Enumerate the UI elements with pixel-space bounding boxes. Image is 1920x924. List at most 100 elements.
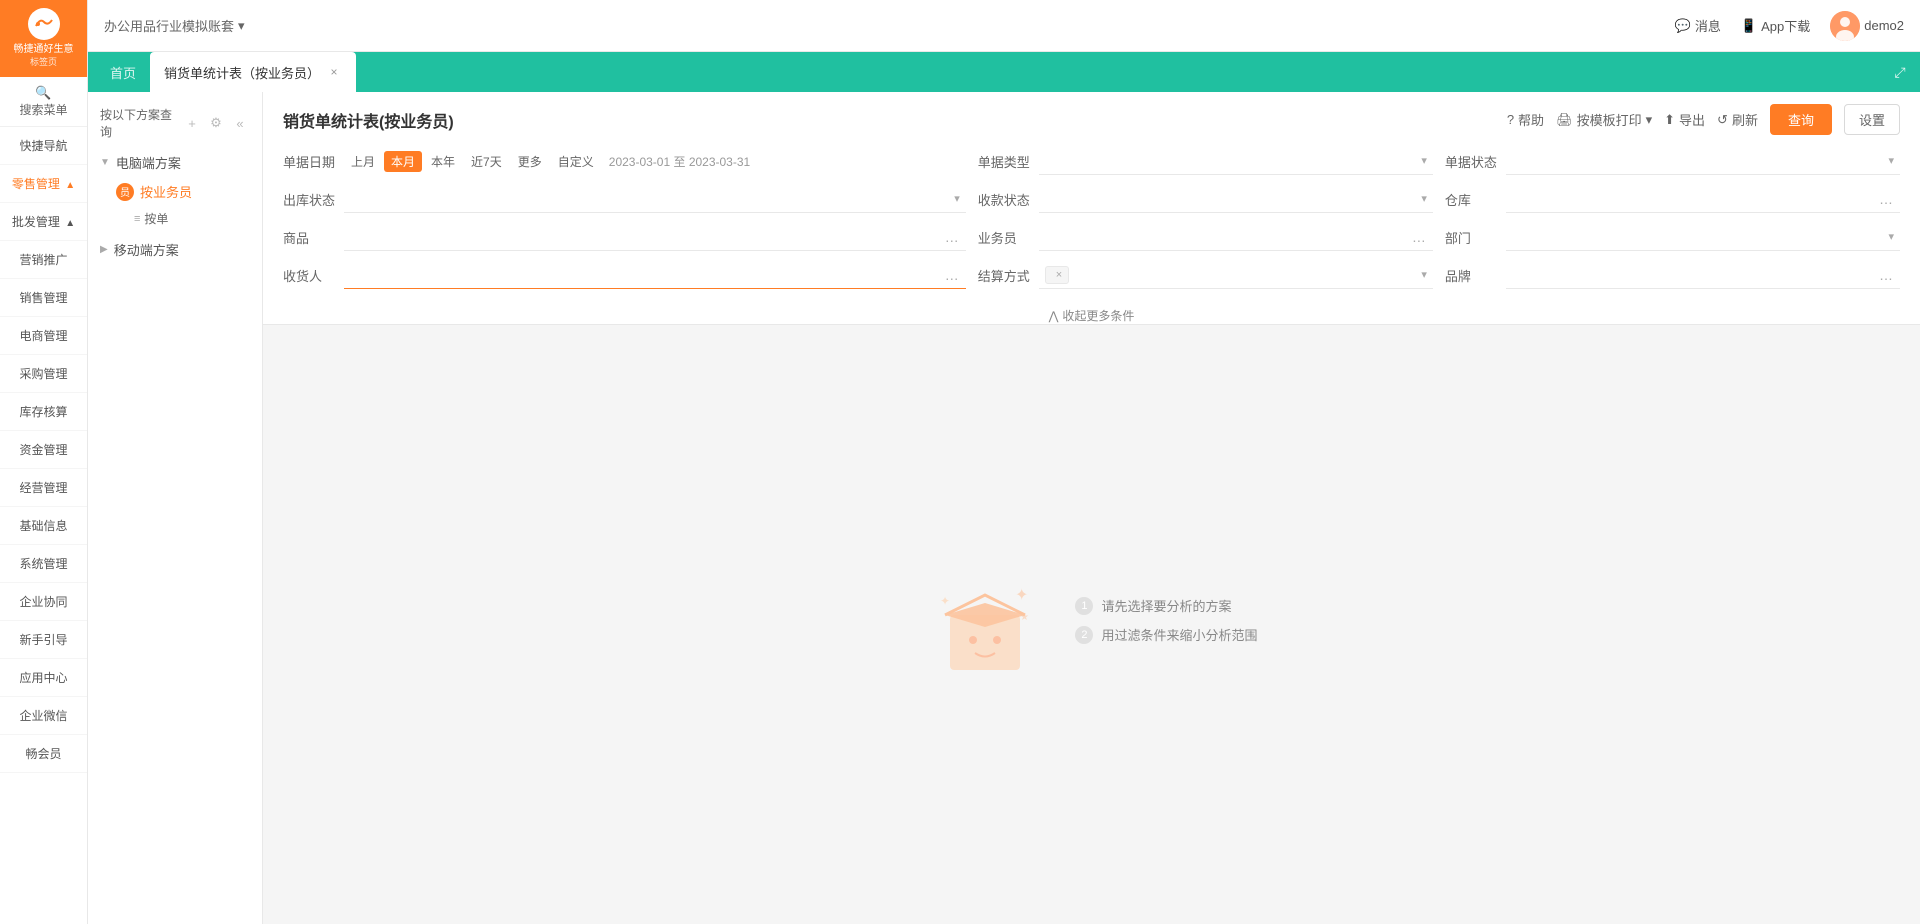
filter-salesperson: 业务员 …: [978, 223, 1433, 251]
out-status-dropdown-icon: ▾: [954, 192, 960, 205]
collapse-button[interactable]: ⋀ 收起更多条件: [1049, 307, 1135, 324]
doc-type-select[interactable]: ▾: [1039, 147, 1433, 175]
date-shortcut-7days[interactable]: 近7天: [464, 151, 509, 172]
department-select[interactable]: ▾: [1506, 223, 1900, 251]
sidebar-item-inventory[interactable]: 库存核算: [0, 393, 87, 431]
tab-close-button[interactable]: ×: [326, 64, 342, 80]
tab-sales-stat[interactable]: 销货单统计表（按业务员） ×: [150, 52, 356, 92]
breadcrumb[interactable]: 办公用品行业模拟账套 ▾: [104, 16, 245, 35]
step-2-number: 2: [1075, 626, 1093, 644]
sidebar: 畅捷通好生意 标签页 🔍 搜索菜单 快捷导航 零售管理 ▲ 批发管理 ▲ 营销推…: [0, 0, 88, 924]
scheme-item-by-salesperson[interactable]: 员 按业务员: [88, 177, 262, 206]
scheme-sub-item-by-order[interactable]: ≡ 按单: [88, 206, 262, 231]
scheme-group-desktop: ▼ 电脑端方案 员 按业务员 ≡ 按单: [88, 148, 262, 231]
date-shortcut-custom[interactable]: 自定义: [551, 151, 601, 172]
query-button[interactable]: 查询: [1770, 104, 1832, 135]
filter-row-4: 收货人 … 结算方式 ×: [283, 261, 1900, 289]
consignee-input[interactable]: …: [344, 261, 966, 289]
collect-status-label: 收款状态: [978, 190, 1033, 209]
sidebar-item-finance[interactable]: 资金管理: [0, 431, 87, 469]
collect-status-dropdown-icon: ▾: [1421, 192, 1427, 205]
sidebar-item-wechat[interactable]: 企业微信: [0, 697, 87, 735]
tab-maximize-button[interactable]: ⤢: [1888, 60, 1912, 84]
app-download-action[interactable]: 📱 App下载: [1741, 16, 1810, 35]
doc-status-select[interactable]: ▾: [1506, 147, 1900, 175]
panel-add-button[interactable]: +: [182, 113, 202, 133]
filter-brand: 品牌 …: [1445, 261, 1900, 289]
warehouse-more-icon: …: [1879, 191, 1894, 207]
filter-row-1: 单据日期 上月 本月 本年 近7天 更多 自定义 20: [283, 147, 1900, 175]
header-right: 💬 消息 📱 App下载 demo2: [1675, 11, 1904, 41]
sidebar-item-operations[interactable]: 经营管理: [0, 469, 87, 507]
page-title-row: 销货单统计表(按业务员) ? 帮助 🖨 按模板打印 ▾ ⬆: [283, 104, 1900, 135]
settlement-select[interactable]: × ▾: [1039, 261, 1433, 289]
salesperson-more-icon: …: [1412, 229, 1427, 245]
doc-status-dropdown-icon: ▾: [1888, 154, 1894, 167]
sidebar-item-ecommerce[interactable]: 电商管理: [0, 317, 87, 355]
scheme-group-mobile-header[interactable]: ▶ 移动端方案: [88, 235, 262, 264]
brand-more-icon: …: [1879, 267, 1894, 283]
date-shortcut-this-year[interactable]: 本年: [424, 151, 462, 172]
app-name: 畅捷通好生意: [14, 43, 74, 56]
help-link[interactable]: ? 帮助: [1507, 110, 1544, 129]
retail-arrow: ▲: [65, 180, 75, 191]
tab-bar: 首页 销货单统计表（按业务员） × ⤢: [88, 52, 1920, 92]
date-range-text: 2023-03-01 至 2023-03-31: [609, 153, 750, 170]
left-panel: 按以下方案查询 + ⚙ « ▼ 电脑端方案 员 按业务员: [88, 92, 263, 924]
avatar: [1830, 11, 1860, 41]
collect-status-select[interactable]: ▾: [1039, 185, 1433, 213]
sidebar-item-purchase[interactable]: 采购管理: [0, 355, 87, 393]
sidebar-item-wholesale[interactable]: 批发管理 ▲: [0, 203, 87, 241]
refresh-icon: ↺: [1717, 112, 1728, 128]
filter-collect-status: 收款状态 ▾: [978, 185, 1433, 213]
search-menu[interactable]: 🔍 搜索菜单: [0, 77, 87, 127]
logo-icon: [28, 8, 60, 40]
sidebar-item-system[interactable]: 系统管理: [0, 545, 87, 583]
sidebar-item-retail[interactable]: 零售管理 ▲: [0, 165, 87, 203]
message-action[interactable]: 💬 消息: [1675, 16, 1721, 35]
user-profile[interactable]: demo2: [1830, 11, 1904, 41]
date-shortcuts: 上月 本月 本年 近7天 更多 自定义: [344, 151, 601, 172]
product-input[interactable]: …: [344, 223, 966, 251]
settlement-tag: ×: [1045, 266, 1069, 284]
breadcrumb-arrow-icon: ▾: [238, 18, 245, 34]
sidebar-item-basic[interactable]: 基础信息: [0, 507, 87, 545]
print-arrow-icon: ▾: [1646, 112, 1653, 128]
panel-settings-button[interactable]: ⚙: [206, 113, 226, 133]
sidebar-item-member[interactable]: 畅会员: [0, 735, 87, 773]
sidebar-item-shortcut[interactable]: 快捷导航: [0, 127, 87, 165]
header-left: 办公用品行业模拟账套 ▾: [104, 16, 245, 35]
out-status-select[interactable]: ▾: [344, 185, 966, 213]
page-header: 销货单统计表(按业务员) ? 帮助 🖨 按模板打印 ▾ ⬆: [263, 92, 1920, 325]
template-print-link[interactable]: 🖨 按模板打印 ▾: [1556, 110, 1652, 129]
sidebar-item-newbie[interactable]: 新手引导: [0, 621, 87, 659]
consignee-label: 收货人: [283, 266, 338, 285]
warehouse-input[interactable]: …: [1506, 185, 1900, 213]
sidebar-item-sales[interactable]: 销售管理: [0, 279, 87, 317]
panel-collapse-button[interactable]: «: [230, 113, 250, 133]
export-link[interactable]: ⬆ 导出: [1664, 110, 1705, 129]
salesperson-input[interactable]: …: [1039, 223, 1433, 251]
sidebar-item-marketing[interactable]: 营销推广: [0, 241, 87, 279]
settings-button[interactable]: 设置: [1844, 104, 1900, 135]
consignee-more-icon: …: [945, 267, 960, 283]
sidebar-item-enterprise[interactable]: 企业协同: [0, 583, 87, 621]
scheme-group-desktop-header[interactable]: ▼ 电脑端方案: [88, 148, 262, 177]
content-area: 按以下方案查询 + ⚙ « ▼ 电脑端方案 员 按业务员: [88, 92, 1920, 924]
message-icon: 💬: [1675, 18, 1691, 34]
settlement-label: 结算方式: [978, 266, 1033, 285]
date-shortcut-this-month[interactable]: 本月: [384, 151, 422, 172]
empty-state-text: 1 请先选择要分析的方案 2 用过滤条件来缩小分析范围: [1075, 596, 1257, 654]
tab-home[interactable]: 首页: [96, 52, 150, 92]
step-1-number: 1: [1075, 597, 1093, 615]
brand-input[interactable]: …: [1506, 261, 1900, 289]
date-shortcut-last-month[interactable]: 上月: [344, 151, 382, 172]
empty-box-svg: ✦ ✦ ★: [925, 565, 1045, 685]
date-shortcut-more[interactable]: 更多: [511, 151, 549, 172]
svg-text:✦: ✦: [1015, 587, 1028, 604]
refresh-link[interactable]: ↺ 刷新: [1717, 110, 1758, 129]
settlement-tag-close[interactable]: ×: [1056, 269, 1062, 281]
sidebar-item-apps[interactable]: 应用中心: [0, 659, 87, 697]
product-label: 商品: [283, 228, 338, 247]
triangle-right-icon: ▶: [100, 244, 108, 255]
